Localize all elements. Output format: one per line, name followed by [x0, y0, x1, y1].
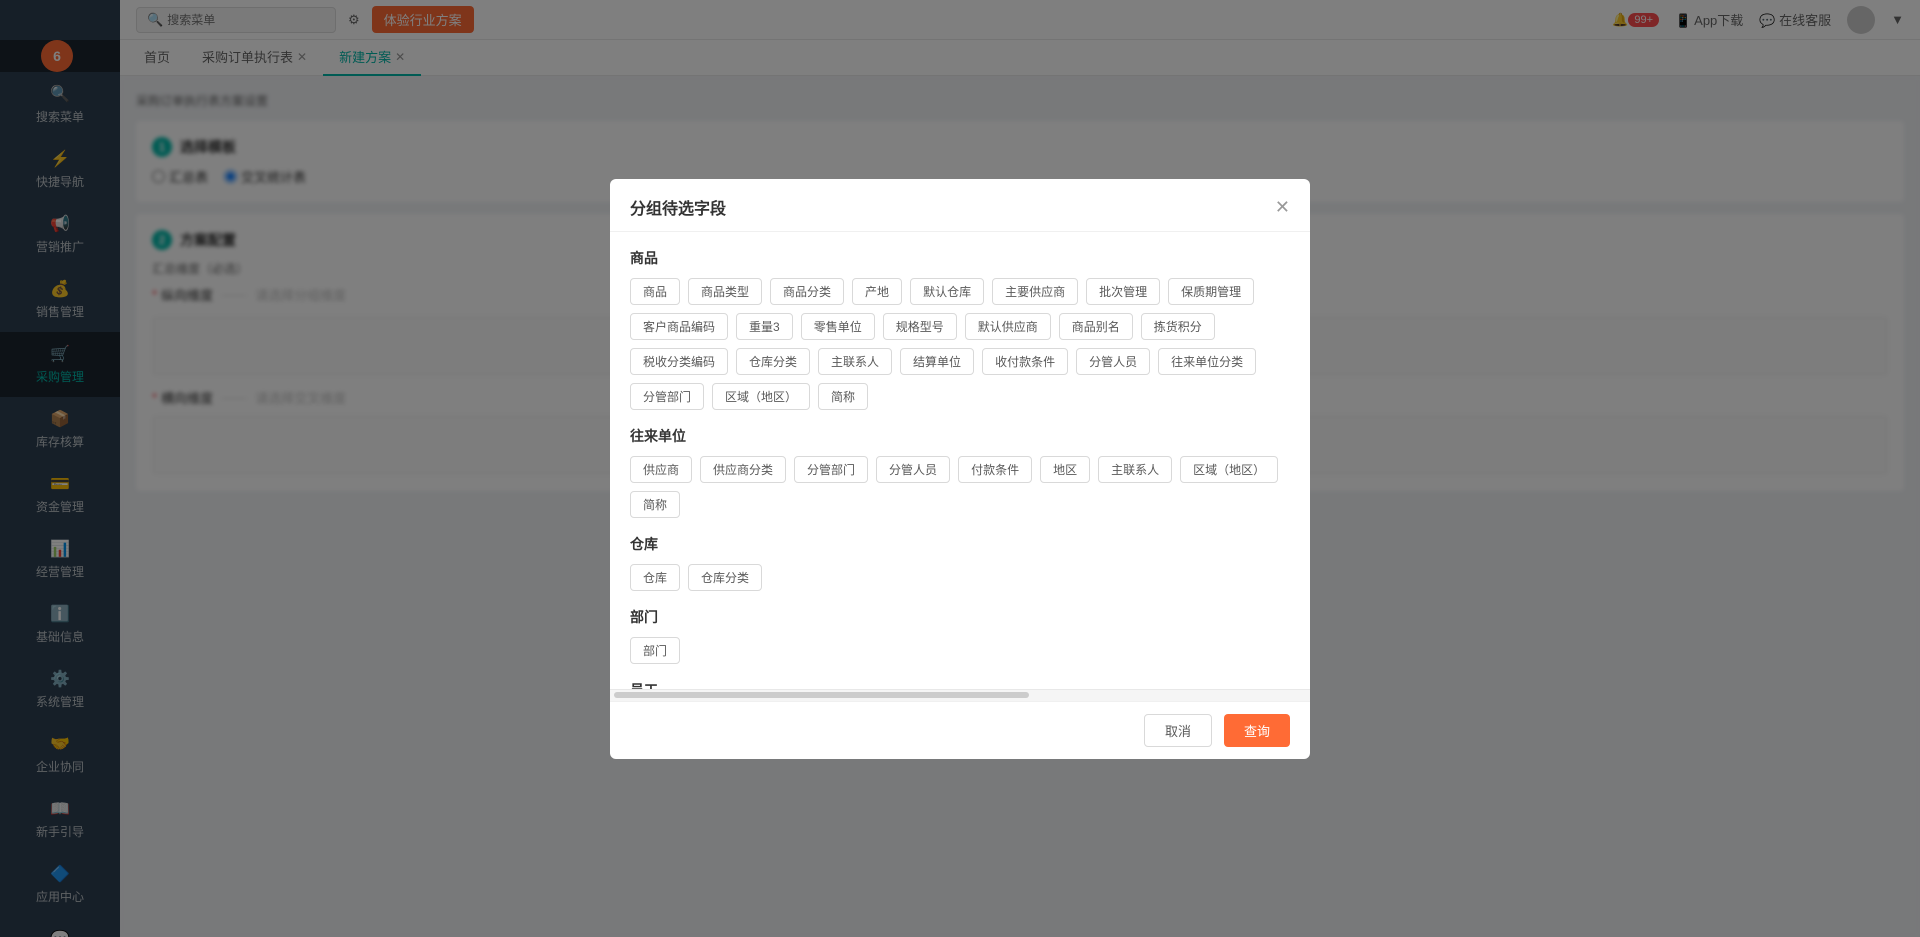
field-tag-0-7[interactable]: 保质期管理 — [1168, 278, 1254, 305]
field-tag-0-4[interactable]: 默认仓库 — [910, 278, 984, 305]
modal-footer: 取消 查询 — [610, 701, 1310, 759]
hscroll-thumb[interactable] — [614, 692, 1029, 698]
modal-title: 分组待选字段 — [630, 195, 726, 219]
section-3: 部门部门 — [630, 607, 1290, 664]
field-tag-0-13[interactable]: 商品别名 — [1059, 313, 1133, 340]
field-tag-1-3[interactable]: 分管人员 — [876, 456, 950, 483]
field-tags-0: 商品商品类型商品分类产地默认仓库主要供应商批次管理保质期管理客户商品编码重量3 零… — [630, 278, 1290, 410]
section-title-3: 部门 — [630, 607, 1290, 627]
field-tag-0-9[interactable]: 重量3 — [736, 313, 793, 340]
close-icon[interactable]: ✕ — [1275, 198, 1290, 216]
field-tag-0-23[interactable]: 区域（地区） — [712, 383, 810, 410]
field-tag-1-4[interactable]: 付款条件 — [958, 456, 1032, 483]
modal-overlay: 分组待选字段 ✕ 商品商品商品类型商品分类产地默认仓库主要供应商批次管理保质期管… — [0, 0, 1920, 937]
confirm-button[interactable]: 查询 — [1224, 714, 1290, 747]
field-tag-0-17[interactable]: 主联系人 — [818, 348, 892, 375]
section-0: 商品商品商品类型商品分类产地默认仓库主要供应商批次管理保质期管理客户商品编码重量… — [630, 248, 1290, 410]
modal-body: 商品商品商品类型商品分类产地默认仓库主要供应商批次管理保质期管理客户商品编码重量… — [610, 232, 1310, 689]
section-4: 员工业务员 — [630, 680, 1290, 689]
field-tags-2: 仓库仓库分类 — [630, 564, 1290, 591]
field-tag-2-0[interactable]: 仓库 — [630, 564, 680, 591]
modal-header: 分组待选字段 ✕ — [610, 179, 1310, 232]
field-tag-1-0[interactable]: 供应商 — [630, 456, 692, 483]
field-tag-0-15[interactable]: 税收分类编码 — [630, 348, 728, 375]
field-tag-1-8[interactable]: 简称 — [630, 491, 680, 518]
field-tag-0-1[interactable]: 商品类型 — [688, 278, 762, 305]
section-title-2: 仓库 — [630, 534, 1290, 554]
field-tag-3-0[interactable]: 部门 — [630, 637, 680, 664]
field-tag-0-19[interactable]: 收付款条件 — [982, 348, 1068, 375]
section-title-0: 商品 — [630, 248, 1290, 268]
section-title-4: 员工 — [630, 680, 1290, 689]
field-tag-1-1[interactable]: 供应商分类 — [700, 456, 786, 483]
field-tag-0-16[interactable]: 仓库分类 — [736, 348, 810, 375]
field-tags-1: 供应商供应商分类分管部门分管人员付款条件地区主联系人区域（地区） 简称 — [630, 456, 1290, 518]
field-tag-0-6[interactable]: 批次管理 — [1086, 278, 1160, 305]
field-tags-3: 部门 — [630, 637, 1290, 664]
field-tag-0-20[interactable]: 分管人员 — [1076, 348, 1150, 375]
field-tag-0-2[interactable]: 商品分类 — [770, 278, 844, 305]
field-tag-1-7[interactable]: 区域（地区） — [1180, 456, 1278, 483]
field-tag-1-6[interactable]: 主联系人 — [1098, 456, 1172, 483]
field-tag-0-18[interactable]: 结算单位 — [900, 348, 974, 375]
section-1: 往来单位供应商供应商分类分管部门分管人员付款条件地区主联系人区域（地区） 简称 — [630, 426, 1290, 518]
field-tag-0-12[interactable]: 默认供应商 — [965, 313, 1051, 340]
field-tag-1-2[interactable]: 分管部门 — [794, 456, 868, 483]
section-2: 仓库仓库仓库分类 — [630, 534, 1290, 591]
field-tag-0-22[interactable]: 分管部门 — [630, 383, 704, 410]
modal-hscroll — [610, 689, 1310, 701]
field-tag-0-10[interactable]: 零售单位 — [801, 313, 875, 340]
field-tag-0-0[interactable]: 商品 — [630, 278, 680, 305]
field-selection-modal: 分组待选字段 ✕ 商品商品商品类型商品分类产地默认仓库主要供应商批次管理保质期管… — [610, 179, 1310, 759]
field-tag-0-3[interactable]: 产地 — [852, 278, 902, 305]
section-title-1: 往来单位 — [630, 426, 1290, 446]
field-tag-0-21[interactable]: 往来单位分类 — [1158, 348, 1256, 375]
field-tag-0-5[interactable]: 主要供应商 — [992, 278, 1078, 305]
field-tag-0-24[interactable]: 简称 — [818, 383, 868, 410]
field-tag-0-8[interactable]: 客户商品编码 — [630, 313, 728, 340]
field-tag-1-5[interactable]: 地区 — [1040, 456, 1090, 483]
field-tag-0-14[interactable]: 拣货积分 — [1141, 313, 1215, 340]
field-tag-2-1[interactable]: 仓库分类 — [688, 564, 762, 591]
field-tag-0-11[interactable]: 规格型号 — [883, 313, 957, 340]
cancel-button[interactable]: 取消 — [1144, 714, 1212, 747]
